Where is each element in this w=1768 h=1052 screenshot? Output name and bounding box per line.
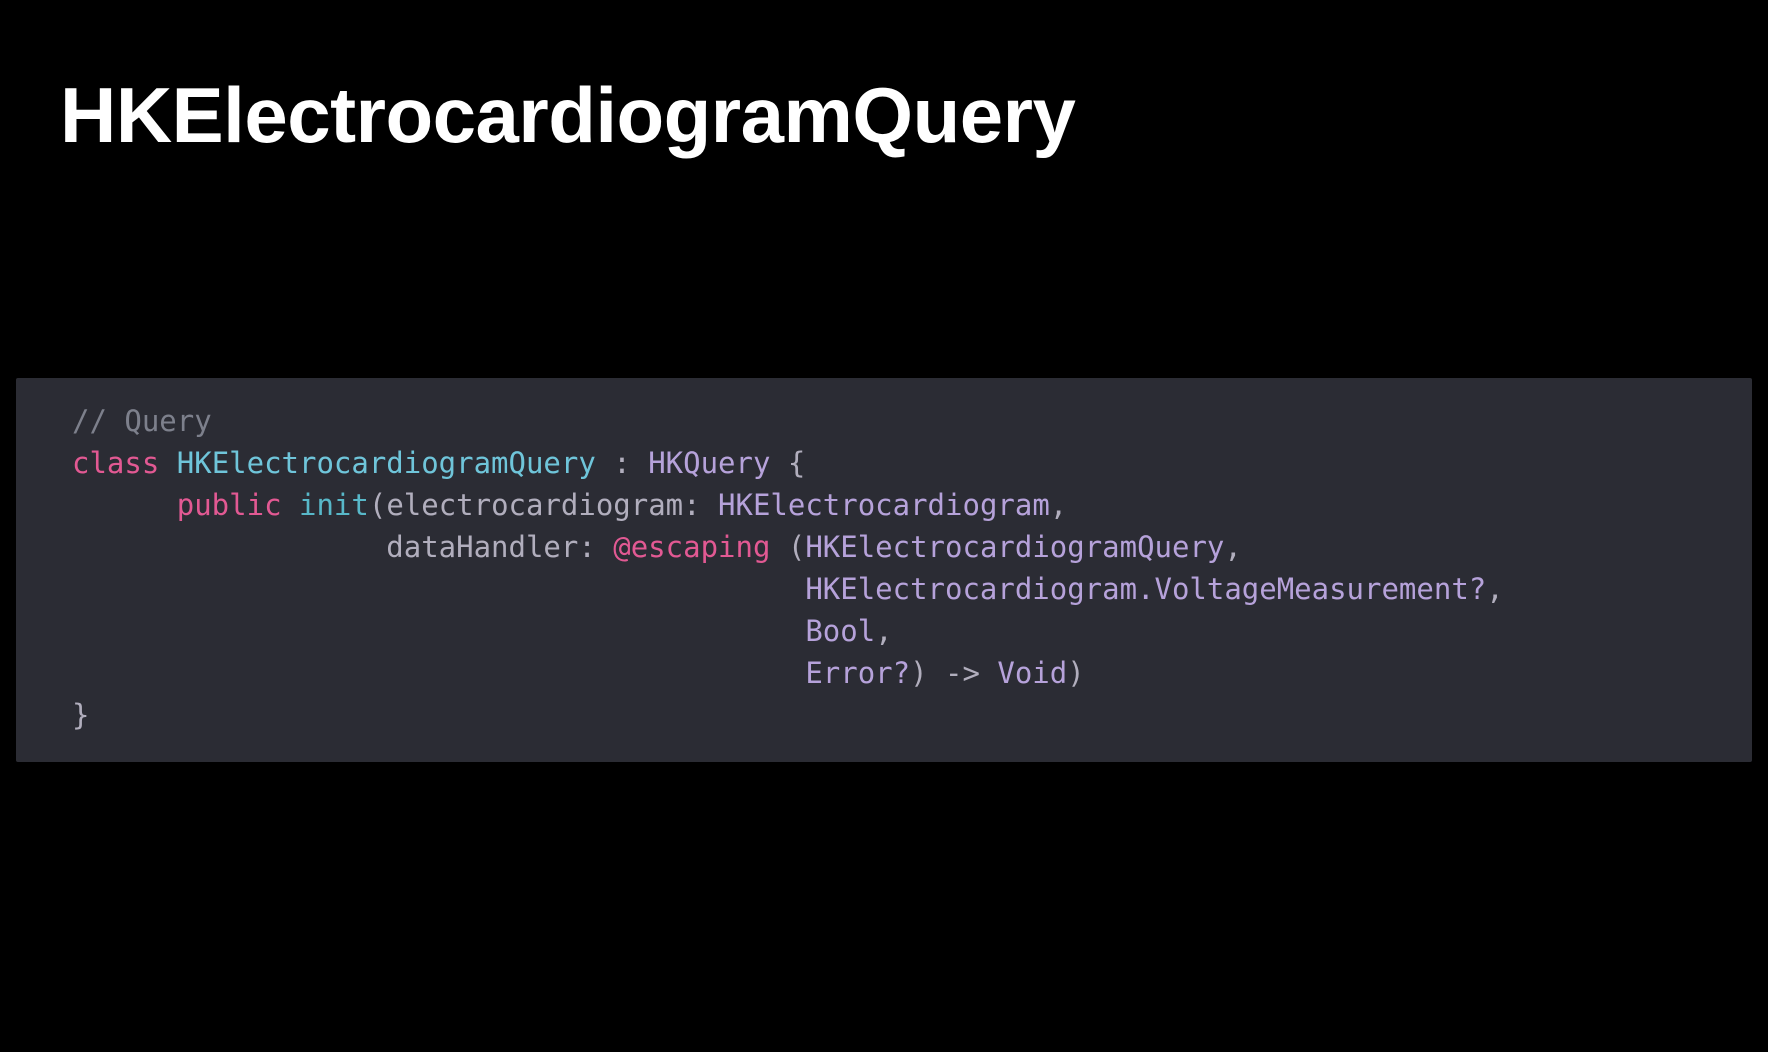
code-comma: , bbox=[1486, 572, 1503, 606]
code-indent bbox=[72, 656, 805, 690]
code-comma: , bbox=[1224, 530, 1241, 564]
code-colon: : bbox=[596, 446, 648, 480]
code-param-datahandler: dataHandler: bbox=[386, 530, 613, 564]
code-type-voltage: HKElectrocardiogram.VoltageMeasurement? bbox=[805, 572, 1486, 606]
code-indent bbox=[72, 488, 177, 522]
code-paren-close: ) bbox=[1067, 656, 1084, 690]
code-init: init bbox=[299, 488, 369, 522]
code-space bbox=[282, 488, 299, 522]
code-keyword-public: public bbox=[177, 488, 282, 522]
code-type-error: Error? bbox=[805, 656, 910, 690]
code-keyword-class: class bbox=[72, 446, 159, 480]
code-space bbox=[770, 530, 787, 564]
code-class-name: HKElectrocardiogramQuery bbox=[177, 446, 596, 480]
code-attr-escaping: @escaping bbox=[613, 530, 770, 564]
code-type-bool: Bool bbox=[805, 614, 875, 648]
code-open-brace: { bbox=[770, 446, 805, 480]
code-comment: // Query bbox=[72, 404, 212, 438]
slide-title: HKElectrocardiogramQuery bbox=[60, 70, 1708, 161]
code-comma: , bbox=[875, 614, 892, 648]
code-param-ecg: electrocardiogram: bbox=[386, 488, 718, 522]
code-comma: , bbox=[1050, 488, 1067, 522]
code-indent bbox=[72, 614, 805, 648]
code-arrow: ) -> bbox=[910, 656, 997, 690]
code-superclass: HKQuery bbox=[648, 446, 770, 480]
slide: HKElectrocardiogramQuery // Query class … bbox=[0, 0, 1768, 1052]
code-paren-open: ( bbox=[369, 488, 386, 522]
code-indent bbox=[72, 572, 805, 606]
code-block: // Query class HKElectrocardiogramQuery … bbox=[16, 378, 1752, 762]
code-type-query: HKElectrocardiogramQuery bbox=[805, 530, 1224, 564]
code-indent bbox=[72, 530, 386, 564]
code-close-brace: } bbox=[72, 698, 89, 732]
code-paren-open: ( bbox=[788, 530, 805, 564]
code-type-void: Void bbox=[997, 656, 1067, 690]
code-type-ecg: HKElectrocardiogram bbox=[718, 488, 1050, 522]
